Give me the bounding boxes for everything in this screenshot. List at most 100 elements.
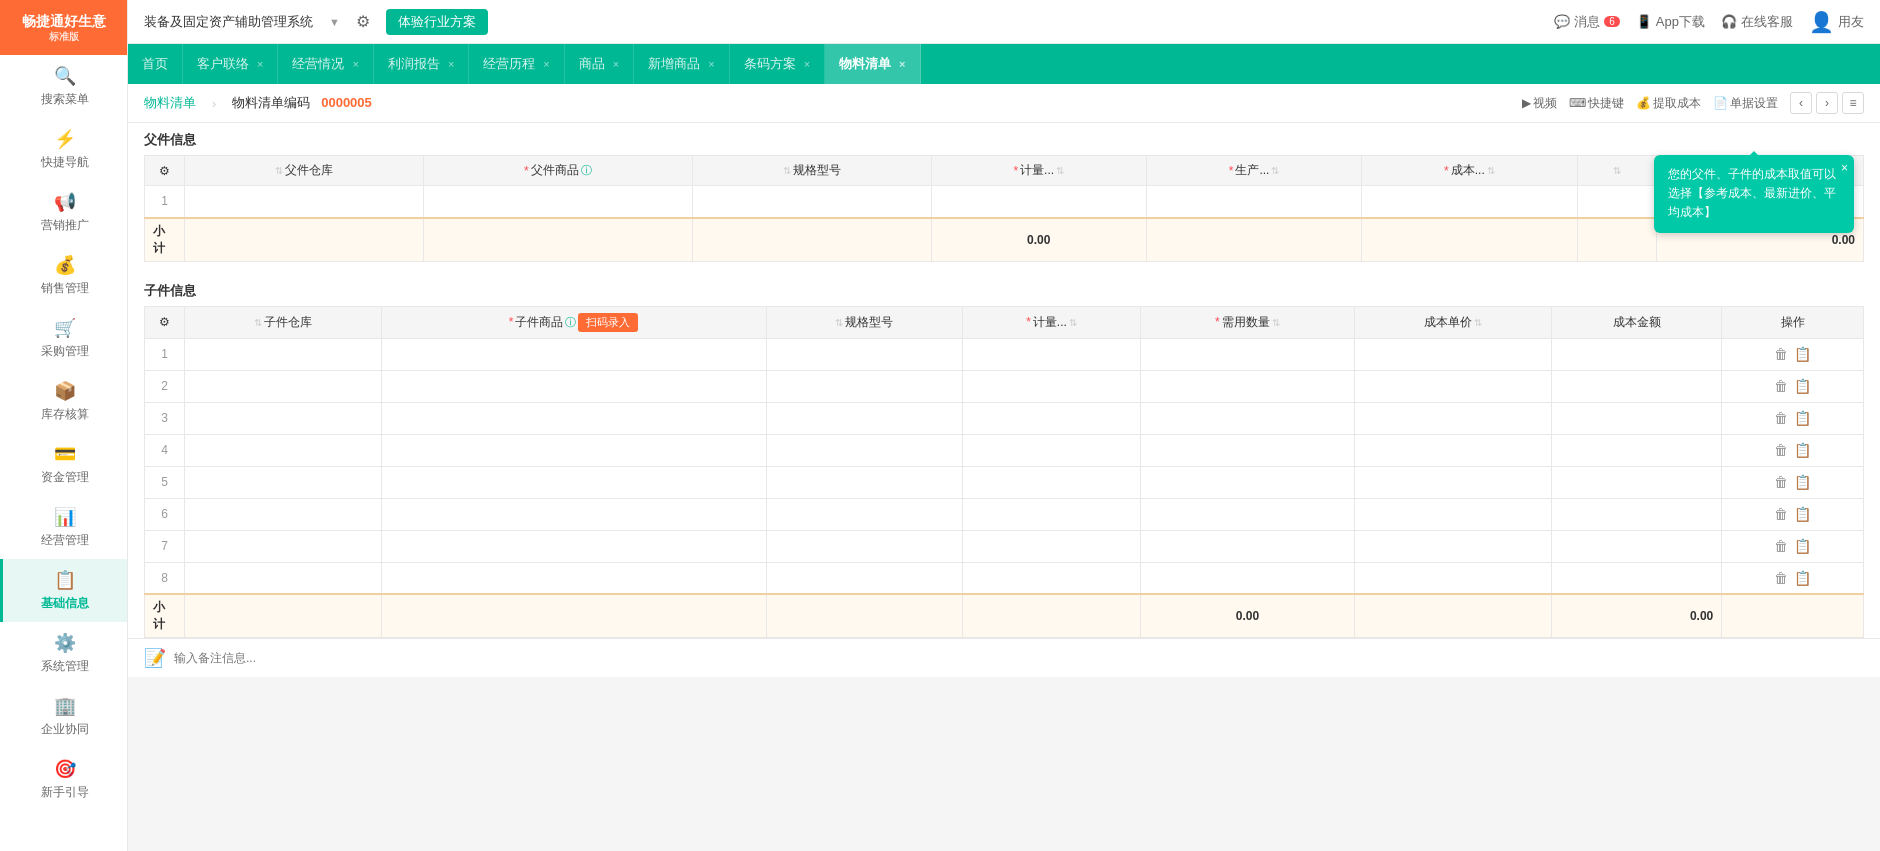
child-qty-cell[interactable] [1140, 466, 1354, 498]
sidebar-item-enterprise[interactable]: 🏢企业协同 [0, 685, 127, 748]
child-goods-cell[interactable] [381, 370, 766, 402]
sidebar-item-sales[interactable]: 💰销售管理 [0, 244, 127, 307]
child-warehouse-cell[interactable] [185, 370, 382, 402]
nav-tab-bom[interactable]: 物料清单× [825, 44, 920, 84]
child-qty-cell[interactable] [1140, 370, 1354, 402]
cost-action[interactable]: 💰 提取成本 [1636, 95, 1701, 112]
child-goods-cell[interactable] [381, 338, 766, 370]
child-unit-cost-cell[interactable] [1355, 370, 1552, 402]
nav-tab-close-new_goods[interactable]: × [708, 58, 714, 70]
delete-icon[interactable]: 🗑 [1774, 506, 1788, 522]
delete-icon[interactable]: 🗑 [1774, 410, 1788, 426]
child-warehouse-cell[interactable] [185, 434, 382, 466]
nav-tab-close-customer[interactable]: × [257, 58, 263, 70]
nav-tab-close-goods[interactable]: × [613, 58, 619, 70]
nav-tab-home[interactable]: 首页 [128, 44, 183, 84]
child-qty-cell[interactable] [1140, 434, 1354, 466]
delete-icon[interactable]: 🗑 [1774, 570, 1788, 586]
child-spec-cell[interactable] [766, 530, 963, 562]
parent-goods-cell[interactable] [423, 186, 692, 218]
parent-spec-cell[interactable] [692, 186, 931, 218]
child-spec-cell[interactable] [766, 370, 963, 402]
sidebar-item-quicknav[interactable]: ⚡快捷导航 [0, 118, 127, 181]
scan-button[interactable]: 扫码录入 [578, 313, 638, 332]
child-unit-cell[interactable] [963, 466, 1141, 498]
parent-warehouse-cell[interactable] [185, 186, 424, 218]
child-unit-cell[interactable] [963, 530, 1141, 562]
child-unit-cost-cell[interactable] [1355, 498, 1552, 530]
nav-tab-goods[interactable]: 商品× [565, 44, 634, 84]
nav-tab-close-barcode[interactable]: × [804, 58, 810, 70]
child-goods-cell[interactable] [381, 466, 766, 498]
sidebar-item-guide[interactable]: 🎯新手引导 [0, 748, 127, 811]
shortcut-action[interactable]: ⌨ 快捷键 [1569, 95, 1624, 112]
parent-produce-cell[interactable] [1146, 186, 1361, 218]
delete-icon[interactable]: 🗑 [1774, 538, 1788, 554]
child-spec-cell[interactable] [766, 338, 963, 370]
sidebar-item-marketing[interactable]: 📢营销推广 [0, 181, 127, 244]
note-input[interactable] [174, 651, 1864, 665]
child-warehouse-cell[interactable] [185, 530, 382, 562]
child-unit-cell[interactable] [963, 370, 1141, 402]
nav-tab-close-operation[interactable]: × [352, 58, 358, 70]
child-settings-icon[interactable]: ⚙ [159, 315, 170, 329]
child-qty-cell[interactable] [1140, 562, 1354, 594]
view-action[interactable]: ▶ 视频 [1522, 95, 1557, 112]
nav-tab-close-history[interactable]: × [543, 58, 549, 70]
child-warehouse-cell[interactable] [185, 562, 382, 594]
copy-icon[interactable]: 📋 [1794, 346, 1811, 362]
parent-cost-cell[interactable] [1362, 186, 1577, 218]
nav-tab-customer[interactable]: 客户联络× [183, 44, 278, 84]
prev-arrow[interactable]: ‹ [1790, 92, 1812, 114]
child-spec-cell[interactable] [766, 498, 963, 530]
nav-tab-barcode[interactable]: 条码方案× [730, 44, 825, 84]
child-unit-cell[interactable] [963, 338, 1141, 370]
child-goods-cell[interactable] [381, 562, 766, 594]
nav-tab-profit[interactable]: 利润报告× [374, 44, 469, 84]
child-unit-cell[interactable] [963, 498, 1141, 530]
child-qty-cell[interactable] [1140, 402, 1354, 434]
delete-icon[interactable]: 🗑 [1774, 442, 1788, 458]
tooltip-close-button[interactable]: × [1841, 159, 1848, 178]
sidebar-item-basic[interactable]: 📋基础信息 [0, 559, 127, 622]
child-unit-cost-cell[interactable] [1355, 434, 1552, 466]
trial-button[interactable]: 体验行业方案 [386, 9, 488, 35]
settings-icon[interactable]: ⚙ [159, 164, 170, 178]
message-link[interactable]: 💬 消息 6 [1554, 13, 1620, 31]
child-goods-cell[interactable] [381, 530, 766, 562]
sidebar-item-inventory[interactable]: 📦库存核算 [0, 370, 127, 433]
child-unit-cost-cell[interactable] [1355, 530, 1552, 562]
child-goods-cell[interactable] [381, 498, 766, 530]
nav-tab-close-profit[interactable]: × [448, 58, 454, 70]
child-warehouse-cell[interactable] [185, 338, 382, 370]
copy-icon[interactable]: 📋 [1794, 442, 1811, 458]
child-unit-cost-cell[interactable] [1355, 338, 1552, 370]
child-qty-cell[interactable] [1140, 498, 1354, 530]
parent-unit-cell[interactable] [931, 186, 1146, 218]
child-spec-cell[interactable] [766, 434, 963, 466]
child-goods-cell[interactable] [381, 434, 766, 466]
next-arrow[interactable]: › [1816, 92, 1838, 114]
single-setting-action[interactable]: 📄 单据设置 [1713, 95, 1778, 112]
child-unit-cost-cell[interactable] [1355, 562, 1552, 594]
collapse-button[interactable]: ≡ [1842, 92, 1864, 114]
child-spec-cell[interactable] [766, 402, 963, 434]
copy-icon[interactable]: 📋 [1794, 474, 1811, 490]
copy-icon[interactable]: 📋 [1794, 410, 1811, 426]
user-avatar[interactable]: 👤 用友 [1809, 10, 1864, 34]
gear-button[interactable]: ⚙ [356, 12, 370, 31]
delete-icon[interactable]: 🗑 [1774, 378, 1788, 394]
copy-icon[interactable]: 📋 [1794, 538, 1811, 554]
parent-extra-cell[interactable] [1577, 186, 1657, 218]
sidebar-item-purchase[interactable]: 🛒采购管理 [0, 307, 127, 370]
child-warehouse-cell[interactable] [185, 466, 382, 498]
child-spec-cell[interactable] [766, 562, 963, 594]
nav-tab-close-bom[interactable]: × [899, 58, 905, 70]
sidebar-item-system[interactable]: ⚙️系统管理 [0, 622, 127, 685]
child-unit-cell[interactable] [963, 562, 1141, 594]
app-download-link[interactable]: 📱 App下载 [1636, 13, 1705, 31]
child-unit-cost-cell[interactable] [1355, 402, 1552, 434]
nav-tab-new_goods[interactable]: 新增商品× [634, 44, 729, 84]
sidebar-logo[interactable]: 畅捷通好生意 标准版 [0, 0, 127, 55]
child-spec-cell[interactable] [766, 466, 963, 498]
